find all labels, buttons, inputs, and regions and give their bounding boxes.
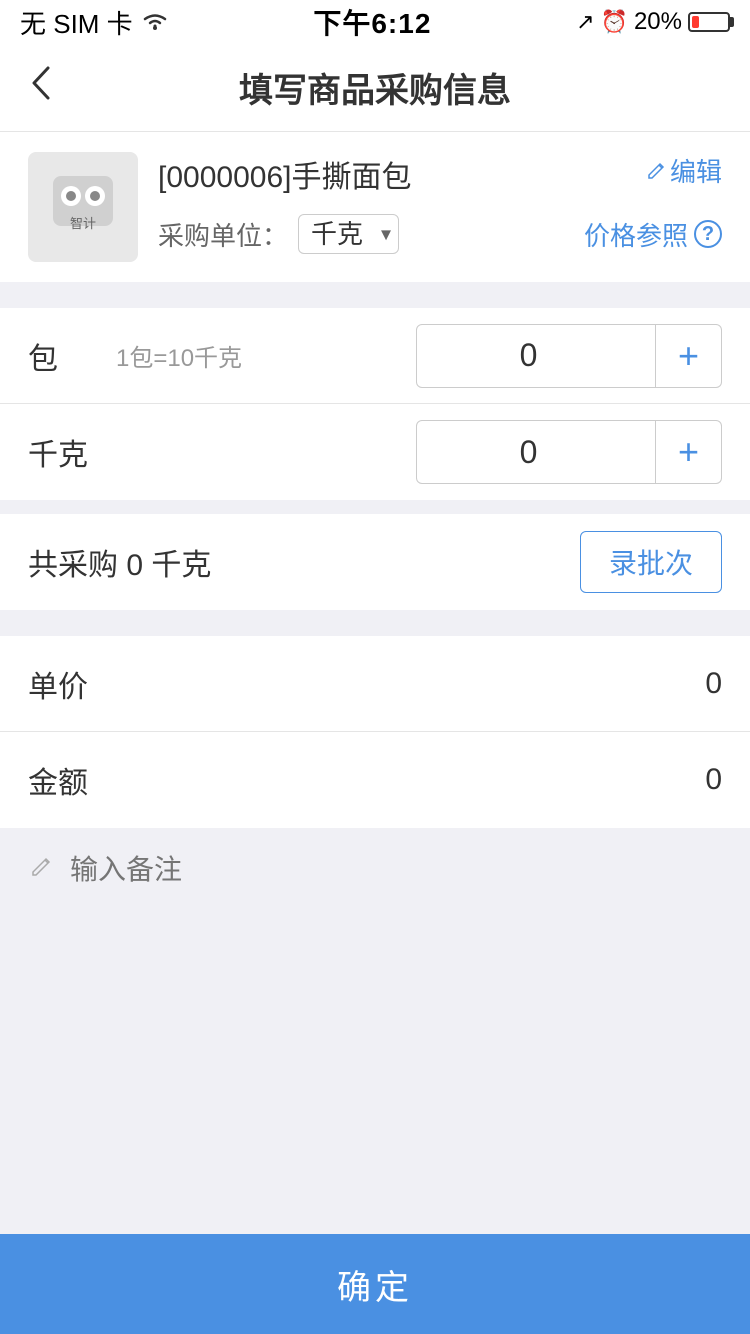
unit-price-value: 0 [705, 667, 722, 701]
amount-row: 金额 0 [0, 732, 750, 828]
amount-label: 金额 [28, 758, 88, 802]
kg-input[interactable] [416, 420, 656, 484]
kg-plus-button[interactable]: + [656, 420, 722, 484]
svg-text:智计: 智计 [70, 216, 96, 231]
kg-label: 千克 [28, 430, 108, 474]
page-title: 填写商品采购信息 [239, 63, 511, 112]
amount-value: 0 [705, 763, 722, 797]
status-left: 无 SIM 卡 [20, 4, 169, 41]
main-content [0, 911, 750, 1234]
kg-input-group: + [416, 420, 722, 484]
status-time: 下午6:12 [313, 2, 431, 42]
unit-price-label: 单价 [28, 662, 88, 706]
price-ref-icon: ? [694, 220, 722, 248]
bag-label: 包 [28, 334, 108, 378]
confirm-button[interactable]: 确定 [0, 1234, 750, 1334]
product-name: [0000006]手撕面包 [158, 152, 411, 196]
battery-icon [688, 12, 730, 32]
divider-3 [0, 610, 750, 624]
divider-1 [0, 294, 750, 308]
bag-row: 包 1包=10千克 + [0, 308, 750, 404]
product-image: 智计 [28, 152, 138, 262]
confirm-button-label: 确定 [337, 1260, 413, 1309]
batch-button[interactable]: 录批次 [580, 531, 722, 593]
wifi-icon [141, 7, 169, 38]
product-section: 智计 [0000006]手撕面包 编辑 采购单位： 千克 [0, 132, 750, 282]
alarm-icon: ⏰ [601, 9, 628, 35]
location-icon: ↗ [576, 9, 594, 35]
status-bar: 无 SIM 卡 下午6:12 ↗ ⏰ 20% [0, 0, 750, 44]
bag-input-group: + [416, 324, 722, 388]
summary-text: 共采购 0 千克 [28, 540, 211, 584]
remark-input[interactable] [70, 854, 722, 886]
bag-input[interactable] [416, 324, 656, 388]
price-section: 单价 0 金额 0 [0, 636, 750, 828]
unit-select-wrapper[interactable]: 千克 [298, 214, 399, 254]
input-section: 包 1包=10千克 + 千克 + [0, 308, 750, 500]
price-ref-button[interactable]: 价格参照 ? [584, 216, 722, 253]
summary-row: 共采购 0 千克 录批次 [0, 514, 750, 610]
summary-section: 共采购 0 千克 录批次 [0, 514, 750, 610]
kg-row: 千克 + [0, 404, 750, 500]
nav-bar: 填写商品采购信息 [0, 44, 750, 132]
unit-select[interactable]: 千克 [298, 214, 399, 254]
unit-price-row: 单价 0 [0, 636, 750, 732]
battery-percent: 20% [634, 8, 682, 36]
product-info: [0000006]手撕面包 编辑 采购单位： 千克 价格参照 [158, 152, 722, 254]
remark-section [0, 828, 750, 911]
unit-label: 采购单位： [158, 216, 288, 253]
divider-2 [0, 500, 750, 514]
back-button[interactable] [28, 64, 52, 111]
remark-icon [28, 852, 56, 887]
bag-plus-button[interactable]: + [656, 324, 722, 388]
edit-button[interactable]: 编辑 [646, 152, 722, 189]
product-logo: 智计 [43, 168, 123, 246]
carrier-text: 无 SIM 卡 [20, 4, 133, 41]
bag-sublabel: 1包=10千克 [116, 338, 416, 373]
status-right: ↗ ⏰ 20% [576, 8, 730, 36]
